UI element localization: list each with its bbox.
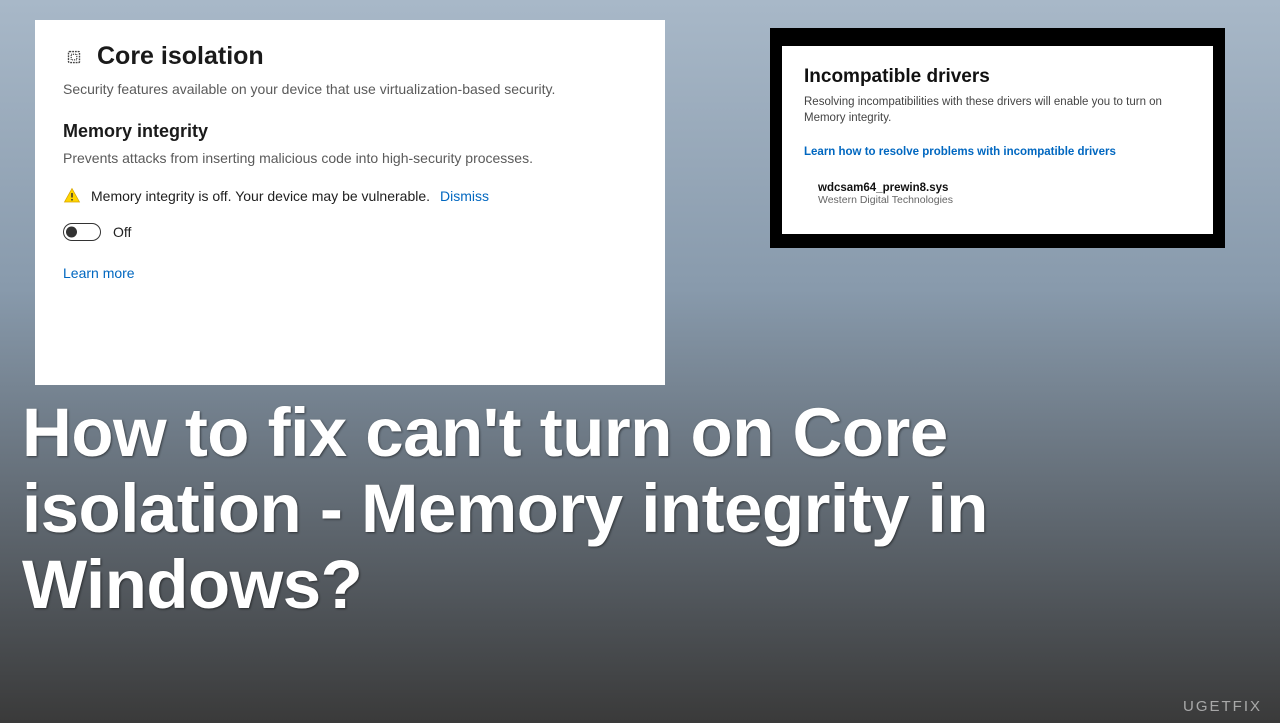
dismiss-link[interactable]: Dismiss <box>440 188 489 204</box>
memory-integrity-heading: Memory integrity <box>63 121 637 142</box>
panel-title: Core isolation <box>97 42 264 71</box>
toggle-label: Off <box>113 224 131 240</box>
watermark: UGETFIX <box>1183 698 1262 715</box>
panel-description: Security features available on your devi… <box>63 79 637 99</box>
panel-title-row: Core isolation <box>63 42 637 71</box>
learn-more-link[interactable]: Learn more <box>63 265 135 281</box>
cpu-icon <box>63 46 85 68</box>
memory-integrity-description: Prevents attacks from inserting maliciou… <box>63 148 637 168</box>
memory-integrity-toggle[interactable] <box>63 223 101 241</box>
warning-row: Memory integrity is off. Your device may… <box>63 187 637 205</box>
article-headline: How to fix can't turn on Core isolation … <box>22 395 1240 623</box>
warning-icon <box>63 187 81 205</box>
resolve-problems-link[interactable]: Learn how to resolve problems with incom… <box>804 146 1191 158</box>
core-isolation-panel: Core isolation Security features availab… <box>35 20 665 385</box>
incompatible-description: Resolving incompatibilities with these d… <box>804 94 1191 126</box>
warning-text: Memory integrity is off. Your device may… <box>91 188 430 204</box>
driver-filename: wdcsam64_prewin8.sys <box>818 182 1191 194</box>
toggle-knob <box>66 226 77 237</box>
driver-vendor: Western Digital Technologies <box>818 194 1191 206</box>
incompatible-title: Incompatible drivers <box>804 66 1191 88</box>
incompatible-drivers-frame: Incompatible drivers Resolving incompati… <box>770 28 1225 248</box>
toggle-row: Off <box>63 223 637 241</box>
incompatible-drivers-panel: Incompatible drivers Resolving incompati… <box>782 46 1213 234</box>
